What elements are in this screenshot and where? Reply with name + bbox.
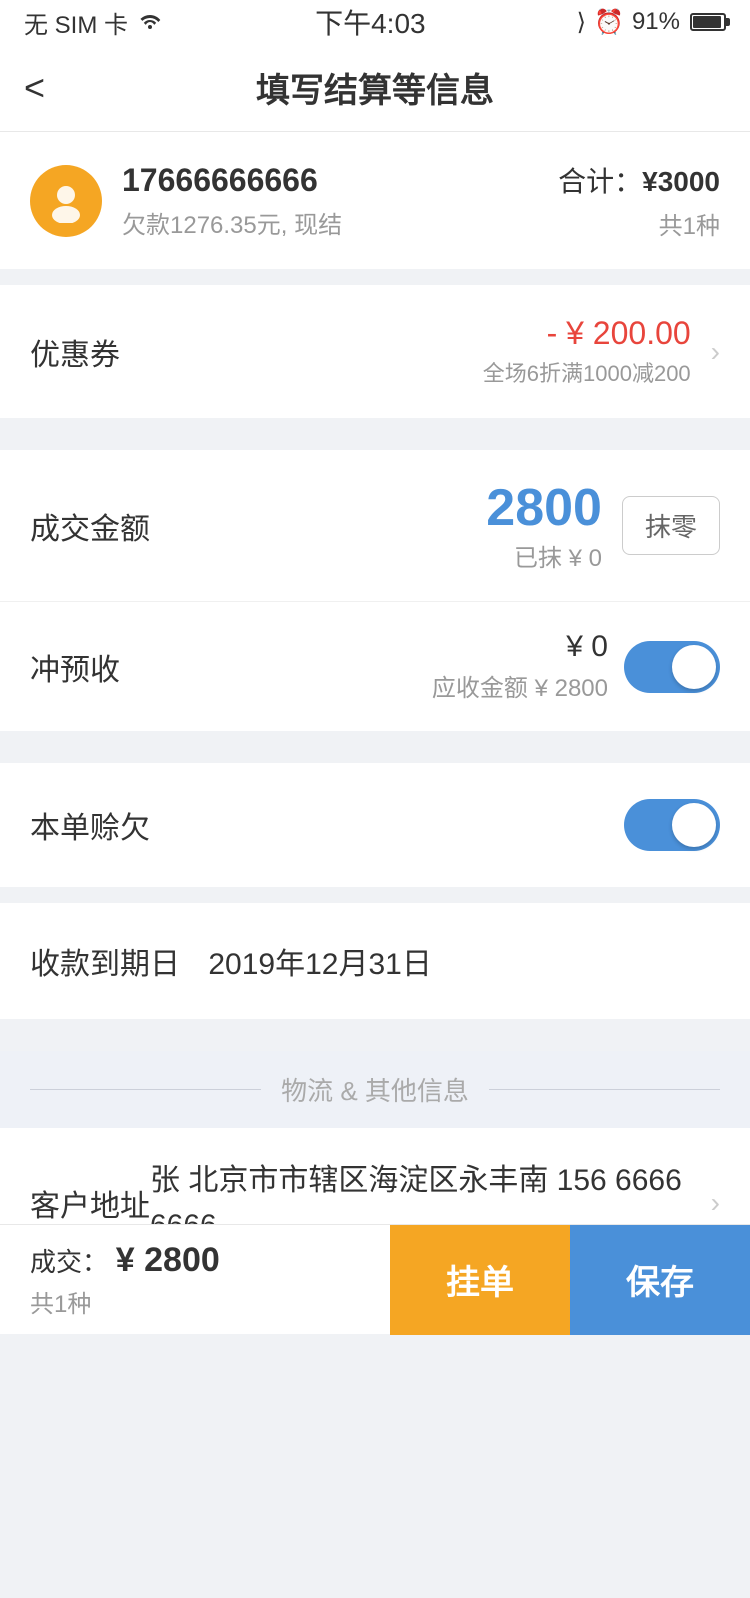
coupon-label: 优惠券 bbox=[30, 330, 120, 374]
carrier-label: 无 SIM 卡 bbox=[24, 5, 128, 40]
due-date-section: 收款到期日 2019年12月31日 bbox=[0, 903, 750, 1019]
content-area: 17666666666 欠款1276.35元, 现结 合计：¥3000 共1种 … bbox=[0, 132, 750, 1598]
logistics-label: 物流 & 其他信息 bbox=[281, 1071, 469, 1108]
debt-row: 本单赊欠 bbox=[0, 763, 750, 887]
coupon-desc: 全场6折满1000减200 bbox=[483, 356, 691, 388]
wifi-icon bbox=[136, 8, 164, 36]
coupon-row[interactable]: 优惠券 - ¥ 200.00 全场6折满1000减200 › bbox=[0, 285, 750, 418]
alarm-icon: ⏰ bbox=[594, 8, 624, 37]
due-date-row: 收款到期日 2019年12月31日 bbox=[0, 903, 750, 1019]
precharge-values: ¥ 0 应收金额 ¥ 2800 bbox=[432, 630, 608, 703]
status-left: 无 SIM 卡 bbox=[24, 5, 164, 40]
coupon-amount: - ¥ 200.00 bbox=[547, 315, 691, 352]
nav-bar: < 填写结算等信息 bbox=[0, 44, 750, 132]
total-label: 合计：¥3000 bbox=[558, 160, 720, 200]
battery-icon bbox=[690, 13, 726, 31]
precharge-sub-value: 应收金额 ¥ 2800 bbox=[432, 668, 608, 703]
address-chevron-icon: › bbox=[711, 1187, 720, 1219]
due-date-value: 2019年12月31日 bbox=[208, 948, 431, 981]
page-title: 填写结算等信息 bbox=[256, 63, 494, 112]
location-icon: ⟩ bbox=[577, 8, 586, 37]
deal-amount-label: 成交金额 bbox=[30, 504, 150, 548]
battery-percent: 91% bbox=[632, 8, 680, 36]
coupon-right: - ¥ 200.00 全场6折满1000减200 › bbox=[483, 315, 720, 388]
user-total: 合计：¥3000 共1种 bbox=[558, 160, 720, 241]
back-button[interactable]: < bbox=[24, 67, 45, 109]
logistics-header: 物流 & 其他信息 bbox=[0, 1051, 750, 1128]
coupon-section: 优惠券 - ¥ 200.00 全场6折满1000减200 › bbox=[0, 285, 750, 418]
precharge-right: ¥ 0 应收金额 ¥ 2800 bbox=[432, 630, 720, 703]
debt-section: 本单赊欠 bbox=[0, 763, 750, 887]
status-right: ⟩ ⏰ 91% bbox=[577, 8, 726, 37]
chevron-icon: › bbox=[711, 336, 720, 368]
user-info-card: 17666666666 欠款1276.35元, 现结 合计：¥3000 共1种 bbox=[0, 132, 750, 269]
section-separator-3 bbox=[0, 1035, 750, 1051]
footer-count: 共1种 bbox=[30, 1284, 360, 1319]
footer-deal-label: 成交： bbox=[30, 1247, 108, 1277]
footer-deal-line: 成交： ¥ 2800 bbox=[30, 1241, 360, 1280]
round-zero-button[interactable]: 抹零 bbox=[622, 496, 720, 555]
save-button[interactable]: 保存 bbox=[570, 1225, 750, 1335]
user-info: 17666666666 欠款1276.35元, 现结 bbox=[122, 162, 558, 240]
deal-amount-section: 成交金额 2800 已抹 ¥ 0 抹零 冲预收 ¥ 0 应收金额 ¥ 2800 bbox=[0, 450, 750, 731]
precharge-toggle[interactable] bbox=[624, 641, 720, 693]
debt-label: 本单赊欠 bbox=[30, 803, 150, 847]
due-date-label: 收款到期日 bbox=[30, 948, 180, 981]
precharge-label: 冲预收 bbox=[30, 645, 120, 689]
status-bar: 无 SIM 卡 下午4:03 ⟩ ⏰ 91% bbox=[0, 0, 750, 44]
precharge-row: 冲预收 ¥ 0 应收金额 ¥ 2800 bbox=[0, 601, 750, 731]
precharge-main-value: ¥ 0 bbox=[432, 630, 608, 664]
user-sub: 欠款1276.35元, 现结 bbox=[122, 205, 558, 240]
section-separator-1 bbox=[0, 434, 750, 450]
toggle-knob bbox=[672, 645, 716, 689]
logistics-line-right bbox=[489, 1089, 720, 1090]
user-phone: 17666666666 bbox=[122, 162, 558, 199]
deal-amount-value: 2800 bbox=[486, 478, 602, 538]
footer-deal-amount: ¥ 2800 bbox=[116, 1241, 220, 1279]
debt-toggle[interactable] bbox=[624, 799, 720, 851]
avatar bbox=[30, 165, 102, 237]
deal-amount-row: 成交金额 2800 已抹 ¥ 0 抹零 bbox=[0, 450, 750, 601]
total-count: 共1种 bbox=[558, 206, 720, 241]
footer: 成交： ¥ 2800 共1种 挂单 保存 bbox=[0, 1224, 750, 1334]
footer-info: 成交： ¥ 2800 共1种 bbox=[0, 1241, 390, 1319]
pending-button[interactable]: 挂单 bbox=[390, 1225, 570, 1335]
status-time: 下午4:03 bbox=[315, 2, 426, 42]
logistics-line-left bbox=[30, 1089, 261, 1090]
debt-toggle-knob bbox=[672, 803, 716, 847]
deal-amount-sub: 已抹 ¥ 0 bbox=[486, 538, 602, 573]
address-label: 客户地址 bbox=[30, 1181, 150, 1225]
deal-amount-right: 2800 已抹 ¥ 0 抹零 bbox=[486, 478, 720, 573]
section-separator-2 bbox=[0, 731, 750, 747]
